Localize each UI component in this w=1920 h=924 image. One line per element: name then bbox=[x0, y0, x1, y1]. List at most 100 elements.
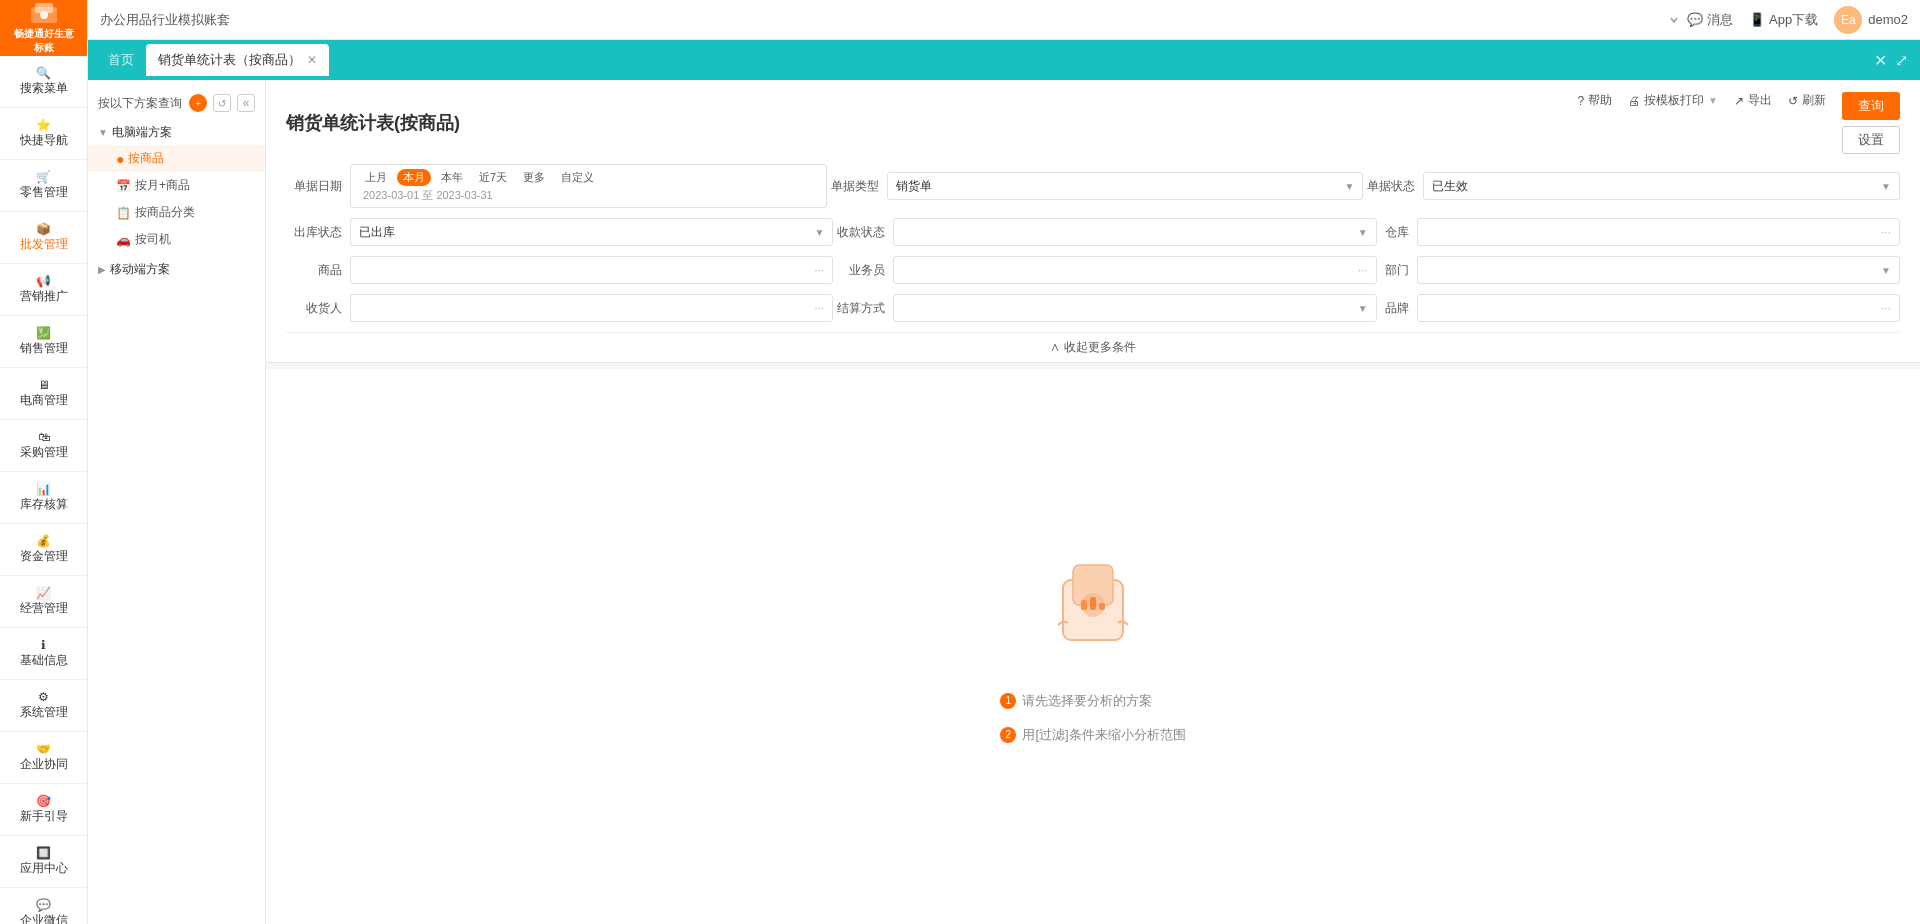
sidebar-item-guide[interactable]: 🎯 新手引导 bbox=[0, 784, 87, 836]
settle-filter[interactable]: ▼ bbox=[893, 294, 1376, 322]
sidebar-item-weixin[interactable]: 💬 企业微信 bbox=[0, 888, 87, 924]
close-tab-btn[interactable]: ✕ bbox=[1874, 51, 1887, 70]
collapse-panel-btn[interactable]: « bbox=[237, 94, 255, 112]
pill-this-month[interactable]: 本月 bbox=[397, 169, 431, 186]
cart-icon: 🛒 bbox=[4, 170, 83, 184]
pill-7days[interactable]: 近7天 bbox=[473, 169, 513, 186]
brand-label: 品牌 bbox=[1377, 300, 1417, 317]
tree-expand-icon: ▼ bbox=[98, 127, 108, 138]
sidebar-label-system: 系统管理 bbox=[4, 704, 83, 721]
app-download-action[interactable]: 📱 App下载 bbox=[1749, 11, 1818, 29]
sidebar-item-appcenter[interactable]: 🔲 应用中心 bbox=[0, 836, 87, 888]
sidebar-item-marketing[interactable]: 📢 营销推广 bbox=[0, 264, 87, 316]
app-download-label: App下载 bbox=[1769, 11, 1818, 29]
sidebar-item-collab[interactable]: 🤝 企业协同 bbox=[0, 732, 87, 784]
sidebar-label-quicknav: 快捷导航 bbox=[4, 132, 83, 149]
sales-report-tab-label: 销货单统计表（按商品） bbox=[158, 51, 301, 69]
expand-tab-btn[interactable]: ⤢ bbox=[1895, 51, 1908, 70]
user-name: demo2 bbox=[1868, 12, 1908, 27]
svg-rect-7 bbox=[1090, 597, 1096, 610]
tab-home[interactable]: 首页 bbox=[96, 44, 146, 76]
tab-sales-report[interactable]: 销货单统计表（按商品） ✕ bbox=[146, 44, 329, 76]
department-filter[interactable]: ▼ bbox=[1417, 256, 1900, 284]
settings-button[interactable]: 设置 bbox=[1842, 126, 1900, 154]
pill-more[interactable]: 更多 bbox=[517, 169, 551, 186]
logo-text: 畅捷通好生意 bbox=[14, 27, 74, 41]
out-status-dropdown-icon: ▼ bbox=[814, 227, 824, 238]
shopping-icon: 🛍 bbox=[4, 430, 83, 444]
message-action[interactable]: 💬 消息 bbox=[1687, 11, 1733, 29]
tree-group-pc-header[interactable]: ▼ 电脑端方案 bbox=[88, 120, 265, 145]
avatar: Ea bbox=[1834, 6, 1862, 34]
collect-status-filter[interactable]: ▼ bbox=[893, 218, 1376, 246]
sidebar-label-search: 搜索菜单 bbox=[4, 80, 83, 97]
tree-item-by-driver[interactable]: 🚗 按司机 bbox=[88, 226, 265, 253]
sidebar-item-retail[interactable]: 🛒 零售管理 bbox=[0, 160, 87, 212]
bill-status-label: 单据状态 bbox=[1363, 178, 1423, 195]
refresh-action[interactable]: ↺ 刷新 bbox=[1788, 92, 1826, 109]
tree-collapsed-icon: ▶ bbox=[98, 264, 106, 275]
page-header-top: 销货单统计表(按商品) ? 帮助 🖨 按模板打印 ▼ bbox=[286, 92, 1900, 154]
date-filter[interactable]: 上月 本月 本年 近7天 更多 自定义 2023-03-01 至 2023-03… bbox=[350, 164, 827, 208]
left-panel-header-text: 按以下方案查询 bbox=[98, 95, 183, 112]
sidebar-item-purchase[interactable]: 🛍 采购管理 bbox=[0, 420, 87, 472]
tree-group-mobile-header[interactable]: ▶ 移动端方案 bbox=[88, 257, 265, 282]
car-icon: 🚗 bbox=[116, 233, 131, 247]
export-action[interactable]: ↗ 导出 bbox=[1734, 92, 1772, 109]
sidebar-label-inventory: 库存核算 bbox=[4, 496, 83, 513]
sidebar-item-ecommerce[interactable]: 🖥 电商管理 bbox=[0, 368, 87, 420]
tree-item-by-goods-category[interactable]: 📋 按商品分类 bbox=[88, 199, 265, 226]
add-scheme-btn[interactable]: + bbox=[189, 94, 207, 112]
sidebar-item-wholesale[interactable]: 📦 批发管理 bbox=[0, 212, 87, 264]
sidebar-item-sales[interactable]: 💹 销售管理 bbox=[0, 316, 87, 368]
user-action[interactable]: Ea demo2 bbox=[1834, 6, 1908, 34]
warehouse-dots-icon: ··· bbox=[1881, 225, 1891, 239]
bill-type-filter[interactable]: 销货单 ▼ bbox=[887, 172, 1364, 200]
pill-last-month[interactable]: 上月 bbox=[359, 169, 393, 186]
sidebar-item-management[interactable]: 📈 经营管理 bbox=[0, 576, 87, 628]
settle-label: 结算方式 bbox=[833, 300, 893, 317]
empty-illustration bbox=[1033, 545, 1153, 668]
page-title: 销货单统计表(按商品) bbox=[286, 111, 460, 135]
svg-rect-8 bbox=[1099, 603, 1105, 610]
bill-type-dropdown-icon: ▼ bbox=[1344, 181, 1354, 192]
bill-status-filter[interactable]: 已生效 ▼ bbox=[1423, 172, 1900, 200]
app-logo: 畅捷通好生意 标账 bbox=[0, 0, 88, 56]
bill-type-label: 单据类型 bbox=[827, 178, 887, 195]
sidebar-item-quicknav[interactable]: ⭐ 快捷导航 bbox=[0, 108, 87, 160]
dropdown-icon[interactable] bbox=[1669, 15, 1679, 25]
goods-filter[interactable]: ··· bbox=[350, 256, 833, 284]
brand-filter[interactable]: ··· bbox=[1417, 294, 1900, 322]
department-dropdown-icon: ▼ bbox=[1881, 265, 1891, 276]
sidebar-label-appcenter: 应用中心 bbox=[4, 860, 83, 877]
brand-dots-icon: ··· bbox=[1881, 301, 1891, 315]
warehouse-filter[interactable]: ··· bbox=[1417, 218, 1900, 246]
home-tab-label: 首页 bbox=[108, 51, 134, 69]
sidebar-item-basic[interactable]: ℹ 基础信息 bbox=[0, 628, 87, 680]
sidebar-item-finance[interactable]: 💰 资金管理 bbox=[0, 524, 87, 576]
sidebar-item-inventory[interactable]: 📊 库存核算 bbox=[0, 472, 87, 524]
tree-item-by-goods[interactable]: ● 按商品 bbox=[88, 145, 265, 172]
print-action[interactable]: 🖨 按模板打印 ▼ bbox=[1628, 92, 1718, 109]
salesperson-filter[interactable]: ··· bbox=[893, 256, 1376, 284]
collapse-bar[interactable]: ∧ 收起更多条件 bbox=[286, 332, 1900, 362]
help-label: 帮助 bbox=[1588, 92, 1612, 109]
tree-item-by-month-goods[interactable]: 📅 按月+商品 bbox=[88, 172, 265, 199]
trend-icon: 📈 bbox=[4, 586, 83, 600]
refresh-scheme-btn[interactable]: ↺ bbox=[213, 94, 231, 112]
tab-close-icon[interactable]: ✕ bbox=[307, 53, 317, 67]
sidebar-item-search[interactable]: 🔍 搜索菜单 bbox=[0, 56, 87, 108]
sidebar-item-system[interactable]: ⚙ 系统管理 bbox=[0, 680, 87, 732]
receiver-filter[interactable]: ··· bbox=[350, 294, 833, 322]
empty-state: 1 请先选择要分析的方案 2 用[过滤]条件来缩小分析范围 bbox=[266, 369, 1920, 924]
out-status-filter[interactable]: 已出库 ▼ bbox=[350, 218, 833, 246]
sidebar-label-finance: 资金管理 bbox=[4, 548, 83, 565]
top-bar: 办公用品行业模拟账套 💬 消息 📱 App下载 Ea demo2 bbox=[88, 0, 1920, 40]
pill-custom[interactable]: 自定义 bbox=[555, 169, 600, 186]
help-action[interactable]: ? 帮助 bbox=[1577, 92, 1612, 109]
export-icon: ↗ bbox=[1734, 94, 1744, 108]
query-button[interactable]: 查询 bbox=[1842, 92, 1900, 120]
salesperson-label: 业务员 bbox=[833, 262, 893, 279]
grid-icon: 🔲 bbox=[4, 846, 83, 860]
pill-this-year[interactable]: 本年 bbox=[435, 169, 469, 186]
